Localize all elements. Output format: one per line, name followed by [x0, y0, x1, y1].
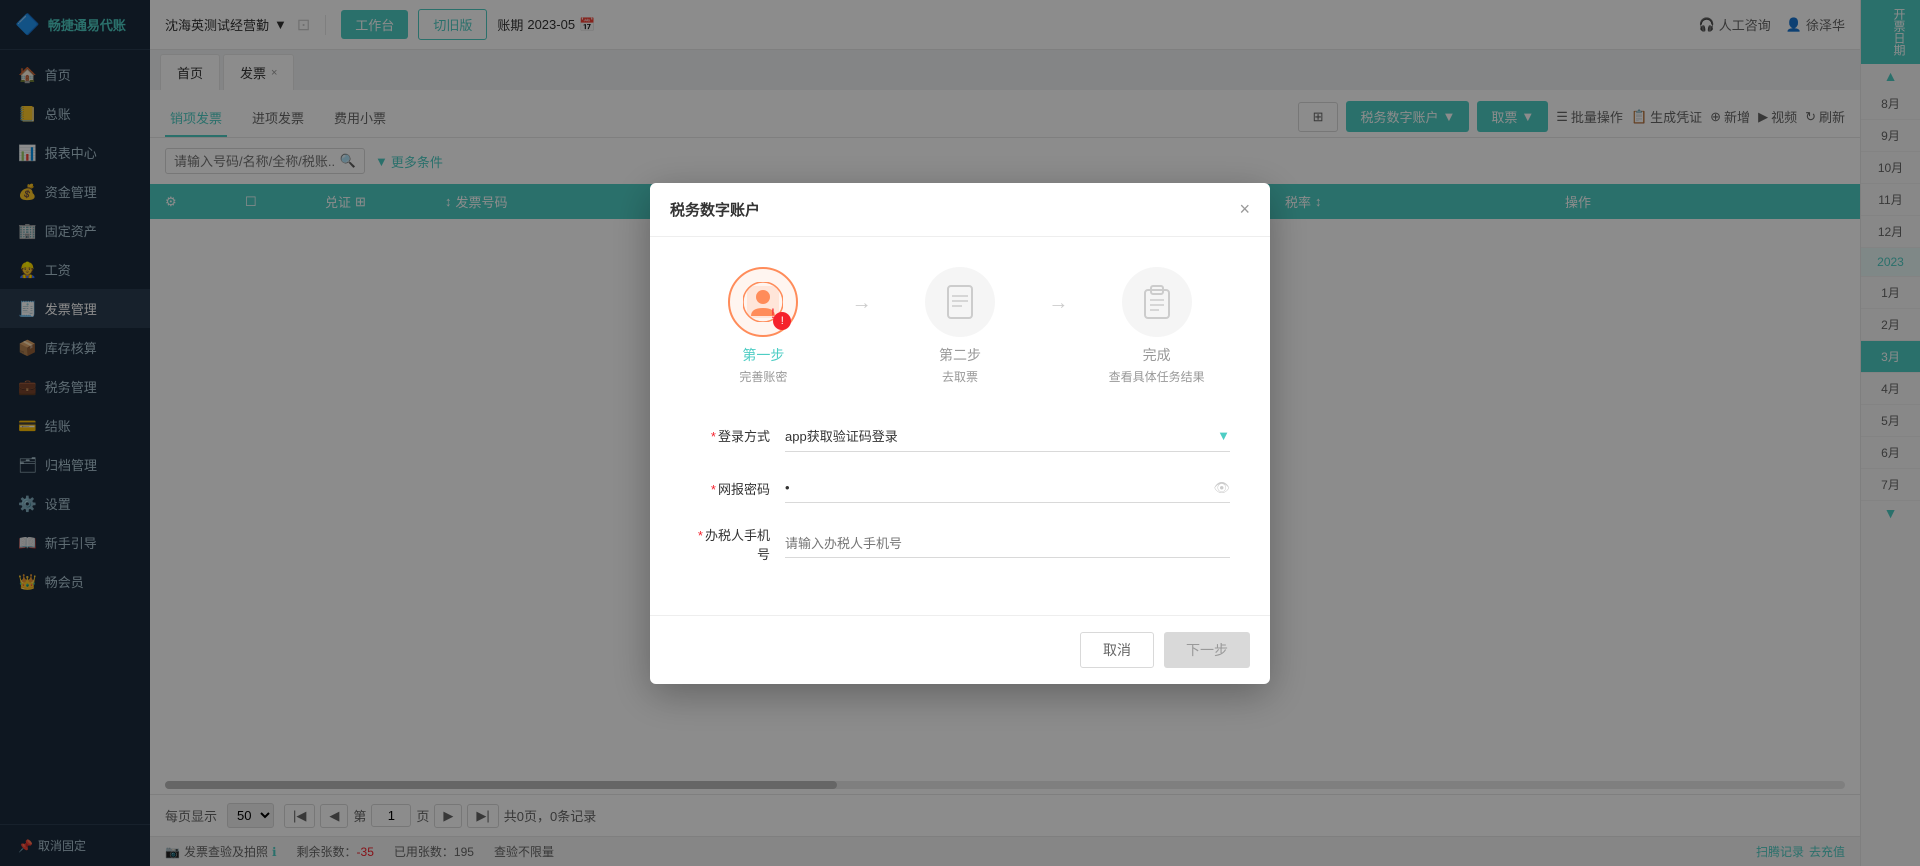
- step-1-error-badge: !: [773, 312, 791, 330]
- modal-body: ! ! 第一步 完善账密 →: [650, 237, 1270, 615]
- login-method-control: app获取验证码登录 ▼: [785, 420, 1230, 452]
- step-3-desc: 查看具体任务结果: [1109, 368, 1205, 385]
- step-3-label: 完成: [1143, 345, 1171, 365]
- login-method-row: 登录方式 app获取验证码登录 ▼: [690, 420, 1230, 452]
- step-1-icon-wrap: ! !: [728, 267, 798, 337]
- step-2: 第二步 去取票: [887, 267, 1034, 385]
- login-method-value: app获取验证码登录: [785, 426, 898, 445]
- phone-row: 办税人手机号: [690, 525, 1230, 563]
- step-2-icon-wrap: [925, 267, 995, 337]
- phone-label: 办税人手机号: [690, 525, 770, 563]
- password-row: 网报密码 • 👁: [690, 474, 1230, 503]
- password-field[interactable]: • 👁: [785, 474, 1230, 503]
- eye-toggle-icon[interactable]: 👁: [1213, 480, 1230, 496]
- step-2-desc: 去取票: [942, 368, 978, 385]
- select-dropdown-icon: ▼: [1217, 428, 1230, 443]
- step-arrow-2: →: [1033, 267, 1083, 315]
- modal-footer: 取消 下一步: [650, 615, 1270, 684]
- tax-account-modal: 税务数字账户 × ! !: [650, 183, 1270, 684]
- steps-container: ! ! 第一步 完善账密 →: [690, 267, 1230, 385]
- step-2-doc-svg: [940, 282, 980, 322]
- modal-title: 税务数字账户: [670, 199, 760, 220]
- modal-close-button[interactable]: ×: [1239, 200, 1250, 218]
- password-dot: •: [785, 480, 1213, 495]
- step-3-clipboard-svg: [1137, 282, 1177, 322]
- password-label: 网报密码: [690, 479, 770, 498]
- step-arrow-1: →: [837, 267, 887, 315]
- step-1-desc: 完善账密: [739, 368, 787, 385]
- step-3-icon-wrap: [1122, 267, 1192, 337]
- phone-control: [785, 530, 1230, 558]
- step-3: 完成 查看具体任务结果: [1083, 267, 1230, 385]
- modal-overlay[interactable]: 税务数字账户 × ! !: [0, 0, 1920, 866]
- step-1-label: 第一步: [742, 345, 784, 365]
- modal-header: 税务数字账户 ×: [650, 183, 1270, 237]
- step-1: ! ! 第一步 完善账密: [690, 267, 837, 385]
- phone-input[interactable]: [785, 530, 1230, 558]
- next-button[interactable]: 下一步: [1164, 632, 1250, 668]
- password-control: • 👁: [785, 474, 1230, 503]
- cancel-button[interactable]: 取消: [1080, 632, 1154, 668]
- login-method-label: 登录方式: [690, 426, 770, 445]
- step-2-label: 第二步: [939, 345, 981, 365]
- login-method-select[interactable]: app获取验证码登录 ▼: [785, 420, 1230, 452]
